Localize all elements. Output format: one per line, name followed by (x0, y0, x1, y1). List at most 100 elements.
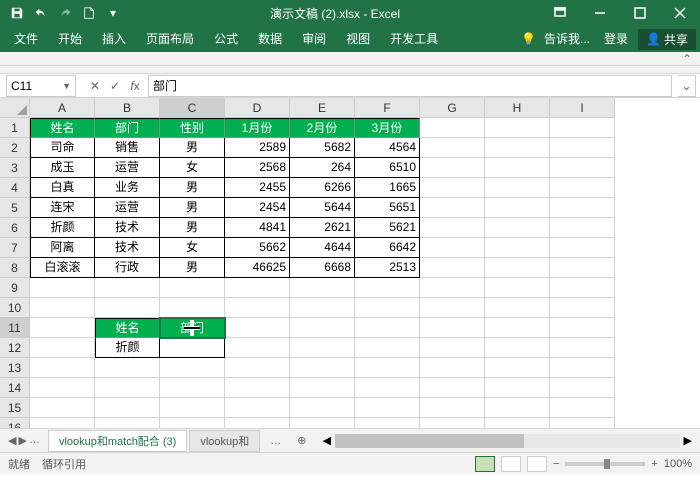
sheet-next-icon[interactable]: ▶ (18, 434, 26, 447)
cell[interactable]: 4841 (225, 218, 290, 238)
cell[interactable] (485, 358, 550, 378)
zoom-out-icon[interactable]: − (553, 458, 559, 470)
cell[interactable]: 5682 (290, 138, 355, 158)
zoom-thumb[interactable] (604, 459, 610, 469)
cell[interactable] (550, 298, 615, 318)
cell[interactable] (290, 398, 355, 418)
cell[interactable]: 男 (160, 138, 225, 158)
cell[interactable]: 2513 (355, 258, 420, 278)
cell[interactable]: 技术 (95, 218, 160, 238)
cell[interactable] (420, 238, 485, 258)
add-sheet-icon[interactable]: ⊕ (289, 434, 314, 447)
cell[interactable]: 业务 (95, 178, 160, 198)
zoom-in-icon[interactable]: + (651, 458, 657, 470)
save-icon[interactable] (6, 2, 28, 24)
cell[interactable] (30, 378, 95, 398)
cell[interactable] (30, 418, 95, 428)
cell[interactable] (290, 318, 355, 338)
cell[interactable]: 运营 (95, 198, 160, 218)
cell[interactable]: 4564 (355, 138, 420, 158)
cell[interactable] (485, 238, 550, 258)
cell[interactable] (30, 358, 95, 378)
col-header-g[interactable]: G (420, 98, 485, 118)
cell[interactable] (355, 418, 420, 428)
row-header[interactable]: 6 (0, 218, 30, 238)
cell[interactable] (225, 298, 290, 318)
tab-home[interactable]: 开始 (48, 26, 92, 52)
undo-icon[interactable] (30, 2, 52, 24)
cell[interactable] (95, 418, 160, 428)
scroll-left-icon[interactable]: ◀ (322, 434, 330, 447)
cell[interactable] (485, 178, 550, 198)
tab-layout[interactable]: 页面布局 (136, 26, 204, 52)
cell[interactable] (225, 378, 290, 398)
sheet-tab-active[interactable]: vlookup和match配合 (3) (48, 430, 187, 452)
col-header-b[interactable]: B (95, 98, 160, 118)
scroll-thumb[interactable] (335, 434, 525, 448)
formula-bar[interactable]: 部门 (148, 75, 672, 97)
cell[interactable] (550, 418, 615, 428)
tab-data[interactable]: 数据 (248, 26, 292, 52)
row-header[interactable]: 10 (0, 298, 30, 318)
tell-me[interactable]: 告诉我... (540, 26, 594, 52)
tab-file[interactable]: 文件 (4, 26, 48, 52)
cell[interactable] (95, 298, 160, 318)
cell[interactable] (550, 198, 615, 218)
cell[interactable] (95, 278, 160, 298)
cell[interactable] (550, 238, 615, 258)
cell[interactable] (30, 318, 95, 338)
cell[interactable] (485, 198, 550, 218)
cell[interactable] (550, 178, 615, 198)
col-header-c[interactable]: C (160, 98, 225, 118)
cell[interactable] (550, 338, 615, 358)
cell[interactable] (485, 418, 550, 428)
fx-icon[interactable]: fx (126, 79, 144, 93)
tab-review[interactable]: 审阅 (292, 26, 336, 52)
cell[interactable]: 6642 (355, 238, 420, 258)
cell[interactable] (485, 298, 550, 318)
cell[interactable] (420, 278, 485, 298)
cell[interactable]: 男 (160, 258, 225, 278)
row-header[interactable]: 15 (0, 398, 30, 418)
cell[interactable]: 264 (290, 158, 355, 178)
cell[interactable]: 技术 (95, 238, 160, 258)
row-header[interactable]: 8 (0, 258, 30, 278)
cell[interactable]: 折颜 (30, 218, 95, 238)
tab-developer[interactable]: 开发工具 (380, 26, 448, 52)
row-header[interactable]: 12 (0, 338, 30, 358)
sheet-tab[interactable]: vlookup和 (189, 430, 260, 452)
cell[interactable]: 运营 (95, 158, 160, 178)
expand-formula-icon[interactable]: ⌄ (678, 75, 696, 97)
cell[interactable] (290, 278, 355, 298)
maximize-icon[interactable] (620, 0, 660, 26)
row-header[interactable]: 3 (0, 158, 30, 178)
tab-view[interactable]: 视图 (336, 26, 380, 52)
cell[interactable]: 2621 (290, 218, 355, 238)
minimize-icon[interactable] (580, 0, 620, 26)
cell[interactable] (420, 338, 485, 358)
cell[interactable] (95, 358, 160, 378)
cell[interactable] (485, 118, 550, 138)
cell[interactable] (225, 358, 290, 378)
cell[interactable] (355, 298, 420, 318)
ribbon-options-icon[interactable] (540, 0, 580, 26)
row-header[interactable]: 2 (0, 138, 30, 158)
cell[interactable]: 2455 (225, 178, 290, 198)
cell[interactable]: 6668 (290, 258, 355, 278)
cell[interactable] (550, 258, 615, 278)
cell[interactable]: 白真 (30, 178, 95, 198)
cell[interactable] (485, 398, 550, 418)
cell[interactable] (290, 338, 355, 358)
cell[interactable] (420, 118, 485, 138)
zoom-value[interactable]: 100% (664, 458, 692, 470)
cell[interactable] (355, 338, 420, 358)
cell[interactable] (30, 338, 95, 358)
row-header[interactable]: 4 (0, 178, 30, 198)
cell[interactable] (160, 338, 225, 358)
cell[interactable]: 5644 (290, 198, 355, 218)
cell[interactable] (485, 338, 550, 358)
sheet-more-icon[interactable]: … (262, 435, 289, 447)
cell[interactable] (420, 358, 485, 378)
cell[interactable] (290, 298, 355, 318)
close-icon[interactable] (660, 0, 700, 26)
